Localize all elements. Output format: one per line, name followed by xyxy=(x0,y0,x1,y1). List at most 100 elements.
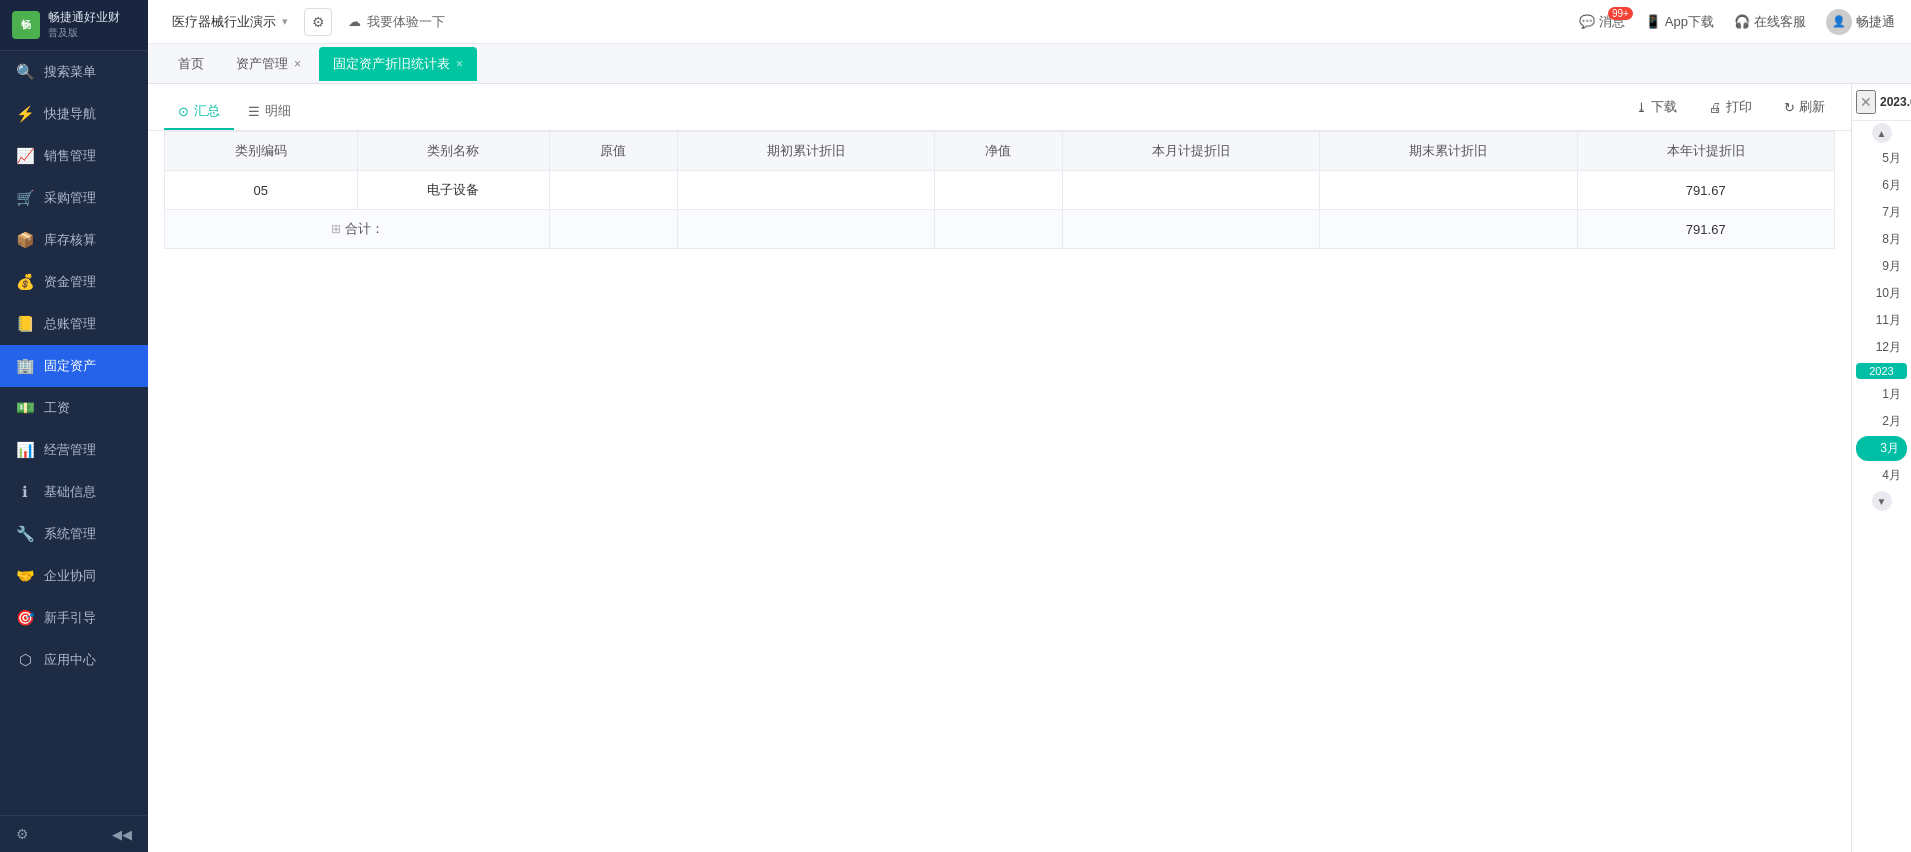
main-content: 医疗器械行业演示 ▾ ⚙ ☁ 我要体验一下 💬 消息 99+ 📱 App下载 🎧… xyxy=(148,0,1911,852)
month-item-3[interactable]: 3月 xyxy=(1856,436,1907,461)
close-icon: ✕ xyxy=(1860,94,1872,110)
sidebar-item-basic-info[interactable]: ℹ 基础信息 xyxy=(0,471,148,513)
current-year-months: 1月 2月 3月 4月 xyxy=(1852,381,1911,489)
cell-initial-dep xyxy=(677,171,935,210)
sidebar-item-label: 资金管理 xyxy=(44,273,96,291)
date-panel: ✕ 2023.03 ⤢ ▲ 5月 6月 7月 8月 9月 10月 xyxy=(1851,84,1911,852)
month-item[interactable]: 7月 xyxy=(1852,199,1911,226)
tab-asset-management-close[interactable]: × xyxy=(294,57,301,71)
date-panel-title: 2023.03 xyxy=(1876,95,1911,109)
headset-icon: 🎧 xyxy=(1734,14,1750,29)
month-item-2[interactable]: 2月 xyxy=(1852,408,1911,435)
subtab-summary-label: 汇总 xyxy=(194,102,220,120)
sidebar-item-purchase[interactable]: 🛒 采购管理 xyxy=(0,177,148,219)
sidebar-item-label: 采购管理 xyxy=(44,189,96,207)
sidebar-item-guide[interactable]: 🎯 新手引导 xyxy=(0,597,148,639)
dropdown-icon: ▾ xyxy=(282,15,288,28)
settings-button[interactable]: ⚙ xyxy=(304,8,332,36)
col-original: 原值 xyxy=(550,132,678,171)
sidebar-item-label: 经营管理 xyxy=(44,441,96,459)
sidebar-item-finance[interactable]: 💰 资金管理 xyxy=(0,261,148,303)
cell-ending-dep xyxy=(1320,171,1578,210)
fixed-assets-icon: 🏢 xyxy=(16,357,34,375)
subtab-detail[interactable]: ☰ 明细 xyxy=(234,94,305,130)
year-badge-2023: 2023 xyxy=(1856,363,1907,379)
username: 畅捷通 xyxy=(1856,13,1895,31)
cell-original xyxy=(550,171,678,210)
sidebar-item-search[interactable]: 🔍 搜索菜单 xyxy=(0,51,148,93)
tab-asset-management[interactable]: 资产管理 × xyxy=(222,47,315,81)
date-panel-close-button[interactable]: ✕ xyxy=(1856,90,1876,114)
sidebar-item-inventory[interactable]: 📦 库存核算 xyxy=(0,219,148,261)
date-scroll-up-button[interactable]: ▲ xyxy=(1872,123,1892,143)
sidebar: 畅 畅捷通好业财 普及版 🔍 搜索菜单 ⚡ 快捷导航 📈 销售管理 🛒 采购管理… xyxy=(0,0,148,852)
tab-bar: 首页 资产管理 × 固定资产折旧统计表 × xyxy=(148,44,1911,84)
col-initial-dep: 期初累计折旧 xyxy=(677,132,935,171)
avatar: 👤 xyxy=(1826,9,1852,35)
sidebar-item-label: 企业协同 xyxy=(44,567,96,585)
app-download-label: App下载 xyxy=(1665,13,1714,31)
month-item[interactable]: 9月 xyxy=(1852,253,1911,280)
month-item[interactable]: 12月 xyxy=(1852,334,1911,361)
table-row[interactable]: 05 电子设备 791.67 xyxy=(165,171,1835,210)
guide-icon: 🎯 xyxy=(16,609,34,627)
total-monthly-dep xyxy=(1062,210,1320,249)
content-area: ⊙ 汇总 ☰ 明细 ⤓ 下载 🖨 打印 xyxy=(148,84,1911,852)
ledger-icon: 📒 xyxy=(16,315,34,333)
month-item-4[interactable]: 4月 xyxy=(1852,462,1911,489)
sidebar-collapse-button[interactable]: ◀◀ xyxy=(112,827,132,842)
date-scroll-down-button[interactable]: ▼ xyxy=(1872,491,1892,511)
col-code: 类别编码 xyxy=(165,132,358,171)
sidebar-item-quick-nav[interactable]: ⚡ 快捷导航 xyxy=(0,93,148,135)
month-item-1[interactable]: 1月 xyxy=(1852,381,1911,408)
message-button[interactable]: 💬 消息 99+ xyxy=(1579,13,1625,31)
inventory-icon: 📦 xyxy=(16,231,34,249)
sidebar-item-fixed-assets[interactable]: 🏢 固定资产 xyxy=(0,345,148,387)
sidebar-item-sales[interactable]: 📈 销售管理 xyxy=(0,135,148,177)
system-icon: 🔧 xyxy=(16,525,34,543)
experience-button[interactable]: ☁ 我要体验一下 xyxy=(348,13,445,31)
subtab-toolbar-row: ⊙ 汇总 ☰ 明细 ⤓ 下载 🖨 打印 xyxy=(148,84,1851,131)
date-panel-header: ✕ 2023.03 ⤢ xyxy=(1852,84,1911,121)
tab-fixed-depreciation[interactable]: 固定资产折旧统计表 × xyxy=(319,47,477,81)
message-icon: 💬 xyxy=(1579,14,1595,29)
month-item[interactable]: 8月 xyxy=(1852,226,1911,253)
month-item[interactable]: 6月 xyxy=(1852,172,1911,199)
refresh-button[interactable]: ↻ 刷新 xyxy=(1774,93,1835,121)
customer-service-label: 在线客服 xyxy=(1754,13,1806,31)
finance-icon: 💰 xyxy=(16,273,34,291)
month-item[interactable]: 10月 xyxy=(1852,280,1911,307)
app-name: 畅捷通好业财 xyxy=(48,10,120,26)
subtab-bar: ⊙ 汇总 ☰ 明细 xyxy=(148,84,321,130)
month-item[interactable]: 5月 xyxy=(1852,145,1911,172)
sidebar-item-operations[interactable]: 📊 经营管理 xyxy=(0,429,148,471)
tab-fixed-depreciation-close[interactable]: × xyxy=(456,57,463,71)
download-button[interactable]: ⤓ 下载 xyxy=(1626,93,1687,121)
app-download-button[interactable]: 📱 App下载 xyxy=(1645,13,1714,31)
user-button[interactable]: 👤 畅捷通 xyxy=(1826,9,1895,35)
sidebar-item-payroll[interactable]: 💵 工资 xyxy=(0,387,148,429)
page-main: ⊙ 汇总 ☰ 明细 ⤓ 下载 🖨 打印 xyxy=(148,84,1851,852)
cell-code: 05 xyxy=(165,171,358,210)
logo-text-block: 畅捷通好业财 普及版 xyxy=(48,10,120,40)
sidebar-header: 畅 畅捷通好业财 普及版 xyxy=(0,0,148,51)
sidebar-item-app-center[interactable]: ⬡ 应用中心 xyxy=(0,639,148,681)
subtab-summary[interactable]: ⊙ 汇总 xyxy=(164,94,234,130)
company-selector[interactable]: 医疗器械行业演示 ▾ xyxy=(164,9,296,35)
table-header-row: 类别编码 类别名称 原值 期初累计折旧 净值 本月计提折旧 期末累计折旧 本年计… xyxy=(165,132,1835,171)
month-item[interactable]: 11月 xyxy=(1852,307,1911,334)
customer-service-button[interactable]: 🎧 在线客服 xyxy=(1734,13,1806,31)
sidebar-item-system[interactable]: 🔧 系统管理 xyxy=(0,513,148,555)
print-icon: 🖨 xyxy=(1709,100,1722,115)
settings-footer-button[interactable]: ⚙ xyxy=(16,826,29,842)
topbar: 医疗器械行业演示 ▾ ⚙ ☁ 我要体验一下 💬 消息 99+ 📱 App下载 🎧… xyxy=(148,0,1911,44)
depreciation-table: 类别编码 类别名称 原值 期初累计折旧 净值 本月计提折旧 期末累计折旧 本年计… xyxy=(164,131,1835,249)
basic-info-icon: ℹ xyxy=(16,483,34,501)
tab-home[interactable]: 首页 xyxy=(164,47,218,81)
purchase-icon: 🛒 xyxy=(16,189,34,207)
sidebar-item-label: 应用中心 xyxy=(44,651,96,669)
sidebar-item-enterprise[interactable]: 🤝 企业协同 xyxy=(0,555,148,597)
sidebar-item-ledger[interactable]: 📒 总账管理 xyxy=(0,303,148,345)
cell-annual-dep: 791.67 xyxy=(1577,171,1835,210)
print-button[interactable]: 🖨 打印 xyxy=(1699,93,1762,121)
